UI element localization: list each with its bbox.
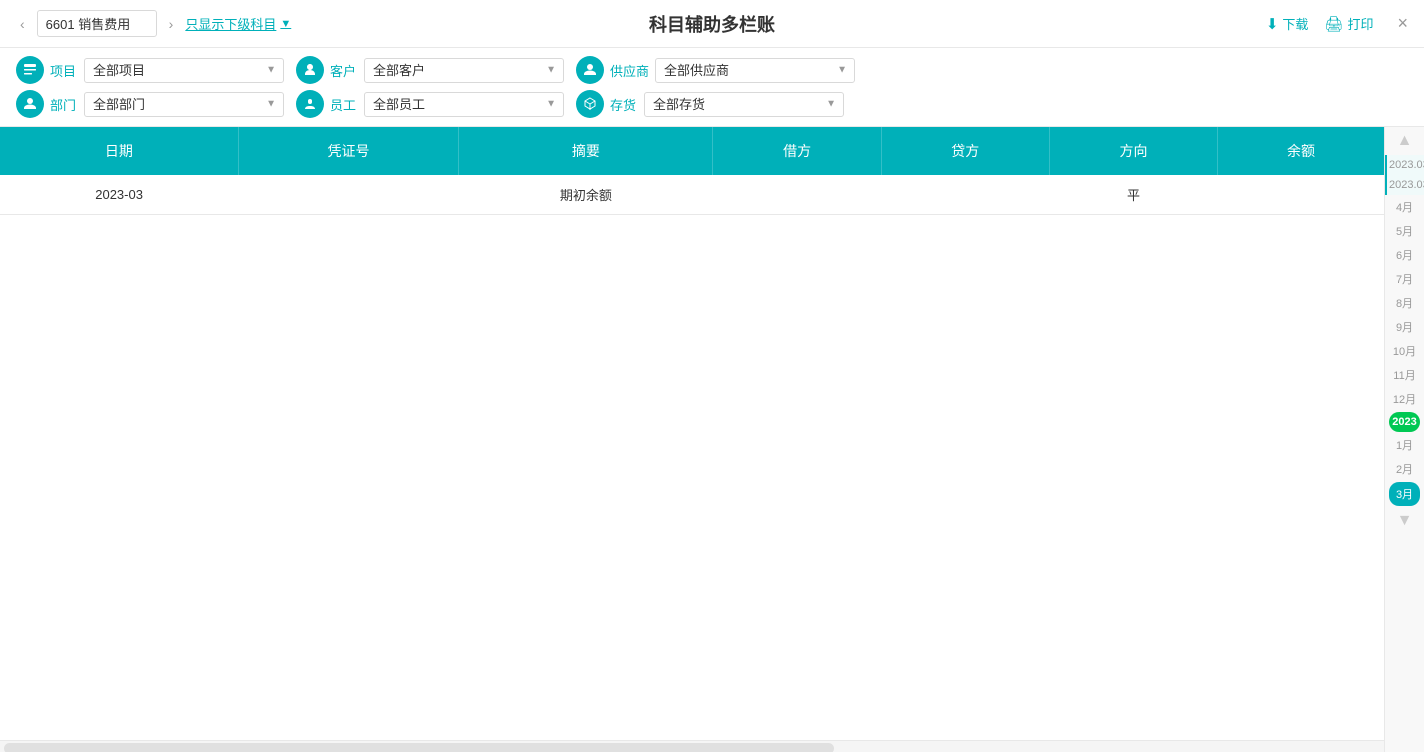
print-icon: 🖨 <box>1324 15 1343 33</box>
col-credit: 贷方 <box>881 127 1049 175</box>
show-sub-label: 只显示下级科目 <box>185 14 276 33</box>
print-label: 打印 <box>1347 14 1373 33</box>
timeline-item-6[interactable]: 6月 <box>1385 243 1424 267</box>
timeline-item-11[interactable]: 11月 <box>1385 363 1424 387</box>
employee-icon <box>296 90 324 118</box>
timeline-item-12[interactable]: 12月 <box>1385 387 1424 411</box>
table-container[interactable]: 日期 凭证号 摘要 借方 贷方 方向 余额 2023-03 期初余额 <box>0 127 1384 740</box>
employee-label: 员工 <box>330 95 358 114</box>
cell-balance <box>1218 175 1384 215</box>
filter-item-project: 项目 全部项目 <box>16 56 284 84</box>
customer-label: 客户 <box>330 61 358 80</box>
supplier-select[interactable]: 全部供应商 <box>655 58 855 83</box>
department-icon <box>16 90 44 118</box>
timeline-item-3-active[interactable]: 3月 <box>1389 482 1420 506</box>
filter-row-2: 部门 全部部门 员工 全部员工 <box>16 90 1408 118</box>
horizontal-scrollbar[interactable] <box>0 740 1384 752</box>
cell-direction: 平 <box>1049 175 1217 215</box>
filter-bar: 项目 全部项目 客户 全部客户 <box>0 48 1424 127</box>
account-code: 6601 销售费用 <box>37 10 157 37</box>
inventory-select[interactable]: 全部存货 <box>644 92 844 117</box>
top-bar: ‹ 6601 销售费用 › 只显示下级科目 ▼ 科目辅助多栏账 ⬇ 下载 🖨 打… <box>0 0 1424 48</box>
department-label: 部门 <box>50 95 78 114</box>
filter-item-department: 部门 全部部门 <box>16 90 284 118</box>
cell-summary: 期初余额 <box>459 175 713 215</box>
project-select-wrapper: 全部项目 <box>84 58 284 83</box>
project-label: 项目 <box>50 61 78 80</box>
timeline-item-1[interactable]: 1月 <box>1385 433 1424 457</box>
col-date: 日期 <box>0 127 238 175</box>
top-actions: ⬇ 下载 🖨 打印 × <box>1266 13 1408 34</box>
next-account-btn[interactable]: › <box>165 14 178 34</box>
timeline-item-4[interactable]: 4月 <box>1385 195 1424 219</box>
employee-select-wrapper: 全部员工 <box>364 92 564 117</box>
filter-row-1: 项目 全部项目 客户 全部客户 <box>16 56 1408 84</box>
filter-item-inventory: 存货 全部存货 <box>576 90 844 118</box>
customer-icon <box>296 56 324 84</box>
timeline-item-10[interactable]: 10月 <box>1385 339 1424 363</box>
timeline-item-2[interactable]: 2月 <box>1385 457 1424 481</box>
supplier-icon <box>576 56 604 84</box>
filter-item-supplier: 供应商 全部供应商 <box>576 56 855 84</box>
employee-select[interactable]: 全部员工 <box>364 92 564 117</box>
inventory-select-wrapper: 全部存货 <box>644 92 844 117</box>
cell-date: 2023-03 <box>0 175 238 215</box>
download-label: 下载 <box>1282 14 1308 33</box>
customer-select[interactable]: 全部客户 <box>364 58 564 83</box>
timeline-item-2023-03-bot[interactable]: 2023.03 <box>1385 175 1424 195</box>
department-select-wrapper: 全部部门 <box>84 92 284 117</box>
project-icon <box>16 56 44 84</box>
timeline-item-7[interactable]: 7月 <box>1385 267 1424 291</box>
inventory-label: 存货 <box>610 95 638 114</box>
page-title: 科目辅助多栏账 <box>649 11 775 37</box>
table-header-row: 日期 凭证号 摘要 借方 贷方 方向 余额 <box>0 127 1384 175</box>
department-select[interactable]: 全部部门 <box>84 92 284 117</box>
prev-account-btn[interactable]: ‹ <box>16 14 29 34</box>
timeline-item-8[interactable]: 8月 <box>1385 291 1424 315</box>
project-select[interactable]: 全部项目 <box>84 58 284 83</box>
show-sub-button[interactable]: 只显示下级科目 ▼ <box>185 14 291 33</box>
download-icon: ⬇ <box>1266 15 1279 33</box>
col-debit: 借方 <box>713 127 881 175</box>
timeline-up-arrow[interactable]: ▲ <box>1391 127 1419 155</box>
main-content: 日期 凭证号 摘要 借方 贷方 方向 余额 2023-03 期初余额 <box>0 127 1424 752</box>
col-summary: 摘要 <box>459 127 713 175</box>
col-voucher: 凭证号 <box>238 127 459 175</box>
close-button[interactable]: × <box>1397 13 1408 34</box>
filter-item-customer: 客户 全部客户 <box>296 56 564 84</box>
side-timeline: ▲ 2023.03 2023.03 4月 5月 6月 7月 8月 9月 10月 … <box>1384 127 1424 752</box>
timeline-item-5[interactable]: 5月 <box>1385 219 1424 243</box>
supplier-select-wrapper: 全部供应商 <box>655 58 855 83</box>
timeline-item-2023-03-top[interactable]: 2023.03 <box>1385 155 1424 175</box>
download-button[interactable]: ⬇ 下载 <box>1266 13 1309 34</box>
data-table: 日期 凭证号 摘要 借方 贷方 方向 余额 2023-03 期初余额 <box>0 127 1384 215</box>
show-sub-arrow: ▼ <box>280 18 291 30</box>
col-balance: 余额 <box>1218 127 1384 175</box>
print-button[interactable]: 🖨 打印 <box>1324 13 1373 34</box>
timeline-item-9[interactable]: 9月 <box>1385 315 1424 339</box>
supplier-label: 供应商 <box>610 61 649 80</box>
scroll-thumb[interactable] <box>4 743 834 752</box>
cell-voucher <box>238 175 459 215</box>
table-row: 2023-03 期初余额 平 <box>0 175 1384 215</box>
customer-select-wrapper: 全部客户 <box>364 58 564 83</box>
cell-credit <box>881 175 1049 215</box>
main-window: ‹ 6601 销售费用 › 只显示下级科目 ▼ 科目辅助多栏账 ⬇ 下载 🖨 打… <box>0 0 1424 752</box>
col-direction: 方向 <box>1049 127 1217 175</box>
timeline-down-arrow[interactable]: ▼ <box>1391 507 1419 535</box>
timeline-year-2023[interactable]: 2023 <box>1389 412 1420 432</box>
inventory-icon <box>576 90 604 118</box>
filter-item-employee: 员工 全部员工 <box>296 90 564 118</box>
cell-debit <box>713 175 881 215</box>
